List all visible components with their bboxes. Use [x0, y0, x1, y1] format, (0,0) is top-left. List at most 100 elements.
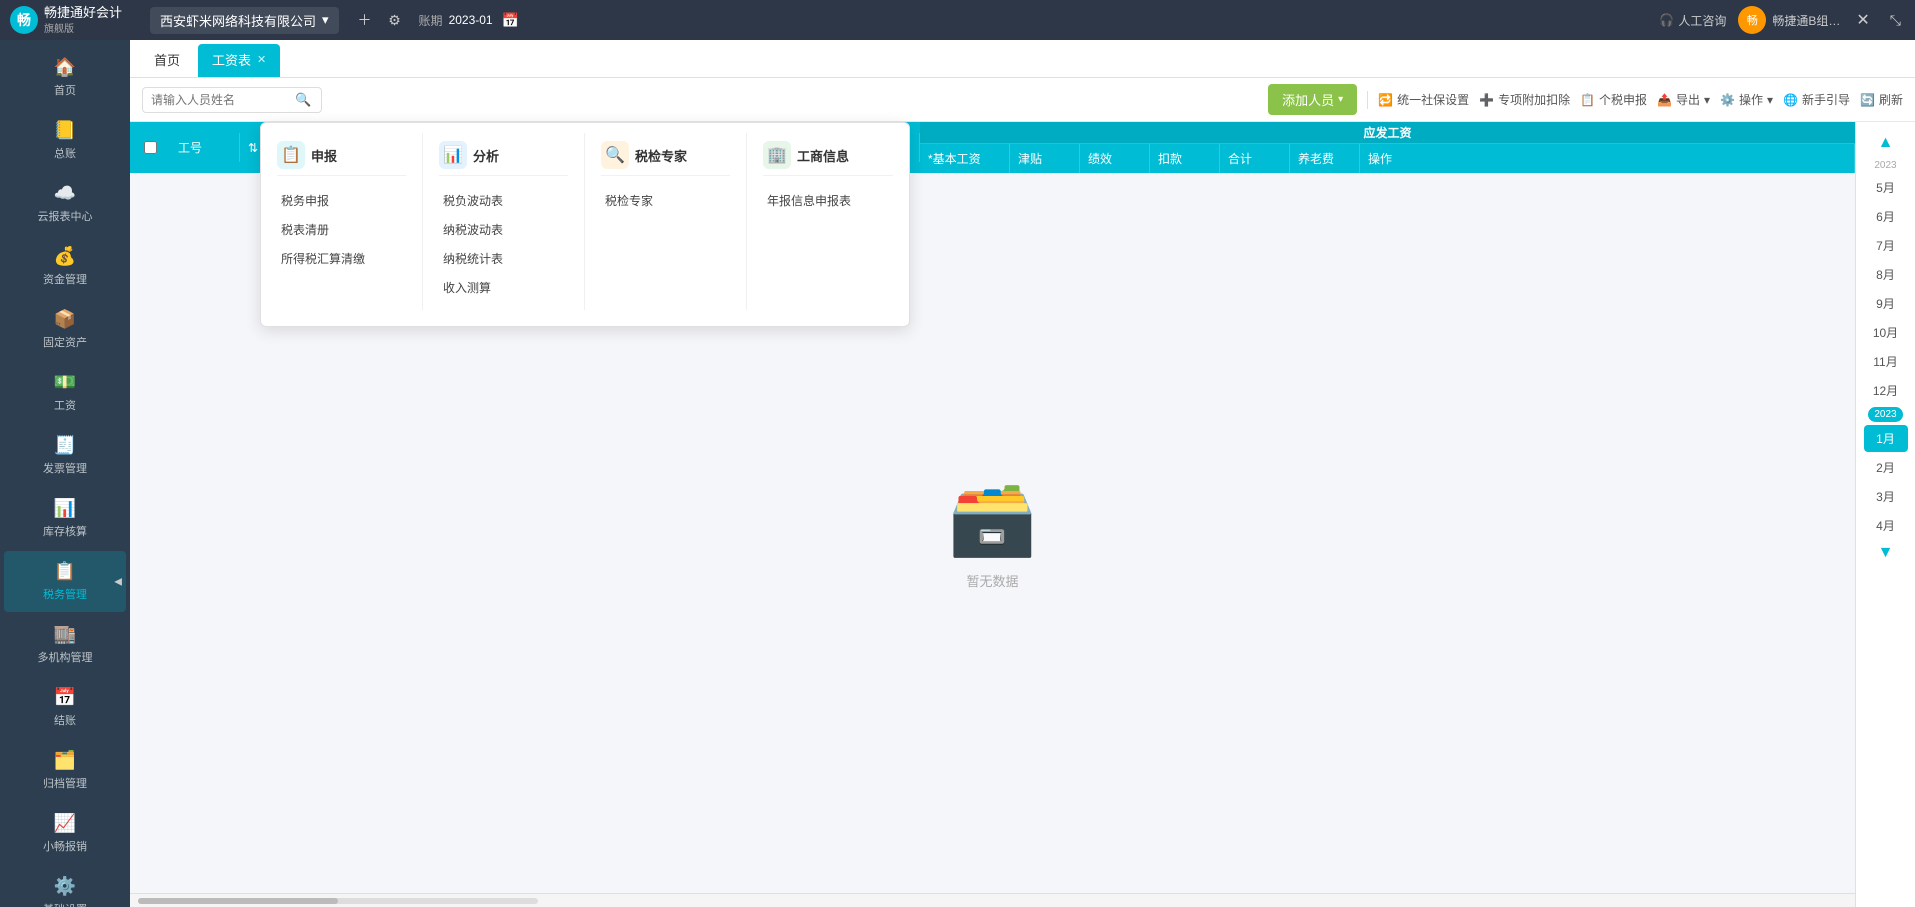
item-tax-table[interactable]: 税表清册 [277, 215, 406, 244]
sidebar-item-ledger[interactable]: 📒 总账 [4, 110, 126, 171]
top-bar: 畅 畅捷通好会计 旗舰版 西安虾米网络科技有限公司 ▾ ＋ ⚙ 账期 2023-… [0, 0, 1915, 40]
sidebar-label-inventory: 库存核算 [43, 523, 87, 539]
sidebar-item-funds[interactable]: 💰 资金管理 [4, 236, 126, 297]
sidebar-item-multi[interactable]: 🏬 多机构管理 [4, 614, 126, 675]
add-person-button[interactable]: 添加人员 ▾ [1268, 84, 1357, 115]
section-header-fenxi: 📊 分析 [439, 141, 568, 176]
sidebar-item-salary[interactable]: 💵 工资 [4, 362, 126, 423]
item-income-estimate[interactable]: 收入测算 [439, 273, 568, 302]
item-tax-payment-stats[interactable]: 纳税统计表 [439, 244, 568, 273]
sidebar-item-inventory[interactable]: 📊 库存核算 [4, 488, 126, 549]
month-1-active[interactable]: 1月 [1864, 425, 1908, 452]
toolbar-operations[interactable]: ⚙️ 操作 ▾ [1720, 91, 1773, 108]
top-icons-area: ＋ ⚙ [353, 8, 407, 32]
period-area: 账期 2023-01 📅 [419, 8, 523, 32]
sidebar-item-invoice[interactable]: 🧾 发票管理 [4, 425, 126, 486]
toolbar-refresh-label: 刷新 [1879, 91, 1903, 108]
month-7[interactable]: 7月 [1864, 232, 1908, 259]
toolbar-social-insurance[interactable]: 🔁 统一社保设置 [1378, 91, 1469, 108]
tab-home[interactable]: 首页 [140, 44, 194, 77]
headset-icon: 🎧 [1659, 13, 1674, 27]
scrollbar-thumb[interactable] [138, 898, 338, 904]
close-button[interactable]: ✕ [1852, 6, 1873, 34]
fenxi-icon: 📊 [439, 141, 467, 169]
settings-icon[interactable]: ⚙ [383, 8, 407, 32]
year-section-2023: 2023 5月 6月 7月 8月 9月 10月 11月 12月 [1856, 156, 1915, 405]
dropdown-section-shuijian: 🔍 税检专家 税检专家 [585, 133, 747, 310]
item-income-tax-settlement[interactable]: 所得税汇算清缴 [277, 244, 406, 273]
search-input[interactable] [151, 93, 291, 107]
calendar-nav-down[interactable]: ▼ [1874, 540, 1898, 566]
shenbao-icon: 📋 [277, 141, 305, 169]
toolbar-export-label: 导出 [1676, 91, 1700, 108]
add-icon[interactable]: ＋ [353, 8, 377, 32]
sidebar-label-report: 小畅报销 [43, 838, 87, 854]
sidebar-arrow-tax: ◀ [114, 576, 122, 587]
sidebar-item-report[interactable]: 📈 小畅报销 [4, 803, 126, 864]
toolbar-tax-label: 个税申报 [1599, 91, 1647, 108]
toolbar-guide[interactable]: 🌐 新手引导 [1783, 91, 1850, 108]
tab-home-label: 首页 [154, 50, 180, 69]
item-annual-report[interactable]: 年报信息申报表 [763, 186, 893, 215]
month-9[interactable]: 9月 [1864, 290, 1908, 317]
app-logo: 畅 畅捷通好会计 旗舰版 [10, 5, 140, 36]
th-pension: 养老费 [1290, 144, 1360, 173]
th-checkbox[interactable] [130, 141, 170, 154]
th-performance: 绩效 [1080, 144, 1150, 173]
horizontal-scrollbar[interactable] [130, 893, 1855, 907]
maximize-button[interactable]: ⤡ [1886, 8, 1905, 33]
user-menu[interactable]: 畅 畅捷通B组… [1738, 6, 1840, 34]
social-icon: 🔁 [1378, 93, 1393, 107]
home-icon: 🏠 [54, 57, 76, 78]
month-10[interactable]: 10月 [1864, 319, 1908, 346]
tax-icon: 📋 [54, 561, 76, 582]
header-checkbox[interactable] [144, 141, 157, 154]
tab-close-icon[interactable]: ✕ [257, 53, 266, 66]
month-4[interactable]: 4月 [1864, 512, 1908, 539]
month-6[interactable]: 6月 [1864, 203, 1908, 230]
company-selector[interactable]: 西安虾米网络科技有限公司 ▾ [150, 7, 339, 34]
service-label: 人工咨询 [1678, 12, 1726, 29]
shenbao-title: 申报 [311, 146, 337, 165]
item-tax-declaration[interactable]: 税务申报 [277, 186, 406, 215]
toolbar-special-deduction[interactable]: ➕ 专项附加扣除 [1479, 91, 1570, 108]
operations-icon: ⚙️ [1720, 93, 1735, 107]
inventory-icon: 📊 [54, 498, 76, 519]
sidebar-item-archive[interactable]: 🗂️ 归档管理 [4, 740, 126, 801]
sidebar-item-assets[interactable]: 📦 固定资产 [4, 299, 126, 360]
dropdown-grid: 📋 申报 税务申报 税表清册 所得税汇算清缴 [261, 133, 909, 310]
toolbar-deduction-label: 专项附加扣除 [1498, 91, 1570, 108]
service-button[interactable]: 🎧 人工咨询 [1659, 12, 1726, 29]
main-layout: 🏠 首页 📒 总账 ☁️ 云报表中心 💰 资金管理 📦 固定资产 💵 工资 🧾 … [0, 40, 1915, 907]
sidebar-item-close[interactable]: 📅 结账 [4, 677, 126, 738]
month-11[interactable]: 11月 [1864, 348, 1908, 375]
dropdown-section-gongshang: 🏢 工商信息 年报信息申报表 [747, 133, 909, 310]
logo-text-block: 畅捷通好会计 旗舰版 [44, 5, 122, 36]
item-tax-fluctuation[interactable]: 税负波动表 [439, 186, 568, 215]
month-2[interactable]: 2月 [1864, 454, 1908, 481]
add-person-dropdown-arrow: ▾ [1338, 94, 1343, 105]
month-12[interactable]: 12月 [1864, 377, 1908, 404]
sidebar-item-home[interactable]: 🏠 首页 [4, 47, 126, 108]
item-tax-payment-fluctuation[interactable]: 纳税波动表 [439, 215, 568, 244]
toolbar-export[interactable]: 📤 导出 ▾ [1657, 91, 1710, 108]
sidebar-label-home: 首页 [54, 82, 76, 98]
month-5[interactable]: 5月 [1864, 174, 1908, 201]
no-data-illustration: 🗃️ [948, 476, 1038, 561]
sidebar-item-basic[interactable]: ⚙️ 基础设置 [4, 866, 126, 907]
toolbar-refresh[interactable]: 🔄 刷新 [1860, 91, 1903, 108]
year-badge-2023[interactable]: 2023 [1868, 407, 1902, 422]
toolbar-tax-report[interactable]: 📋 个税申报 [1580, 91, 1647, 108]
item-tax-inspector[interactable]: 税检专家 [601, 186, 730, 215]
th-total: 合计 [1220, 144, 1290, 173]
top-bar-actions: 🎧 人工咨询 畅 畅捷通B组… ✕ ⤡ [1659, 6, 1905, 34]
sidebar-item-tax[interactable]: 📋 税务管理 ◀ [4, 551, 126, 612]
invoice-icon: 🧾 [54, 435, 76, 456]
sidebar-item-cloud[interactable]: ☁️ 云报表中心 [4, 173, 126, 234]
month-8[interactable]: 8月 [1864, 261, 1908, 288]
tab-salary[interactable]: 工资表 ✕ [198, 44, 280, 77]
month-3[interactable]: 3月 [1864, 483, 1908, 510]
search-box[interactable]: 🔍 [142, 87, 322, 113]
calendar-icon[interactable]: 📅 [499, 8, 523, 32]
calendar-nav-up[interactable]: ▲ [1874, 130, 1898, 156]
